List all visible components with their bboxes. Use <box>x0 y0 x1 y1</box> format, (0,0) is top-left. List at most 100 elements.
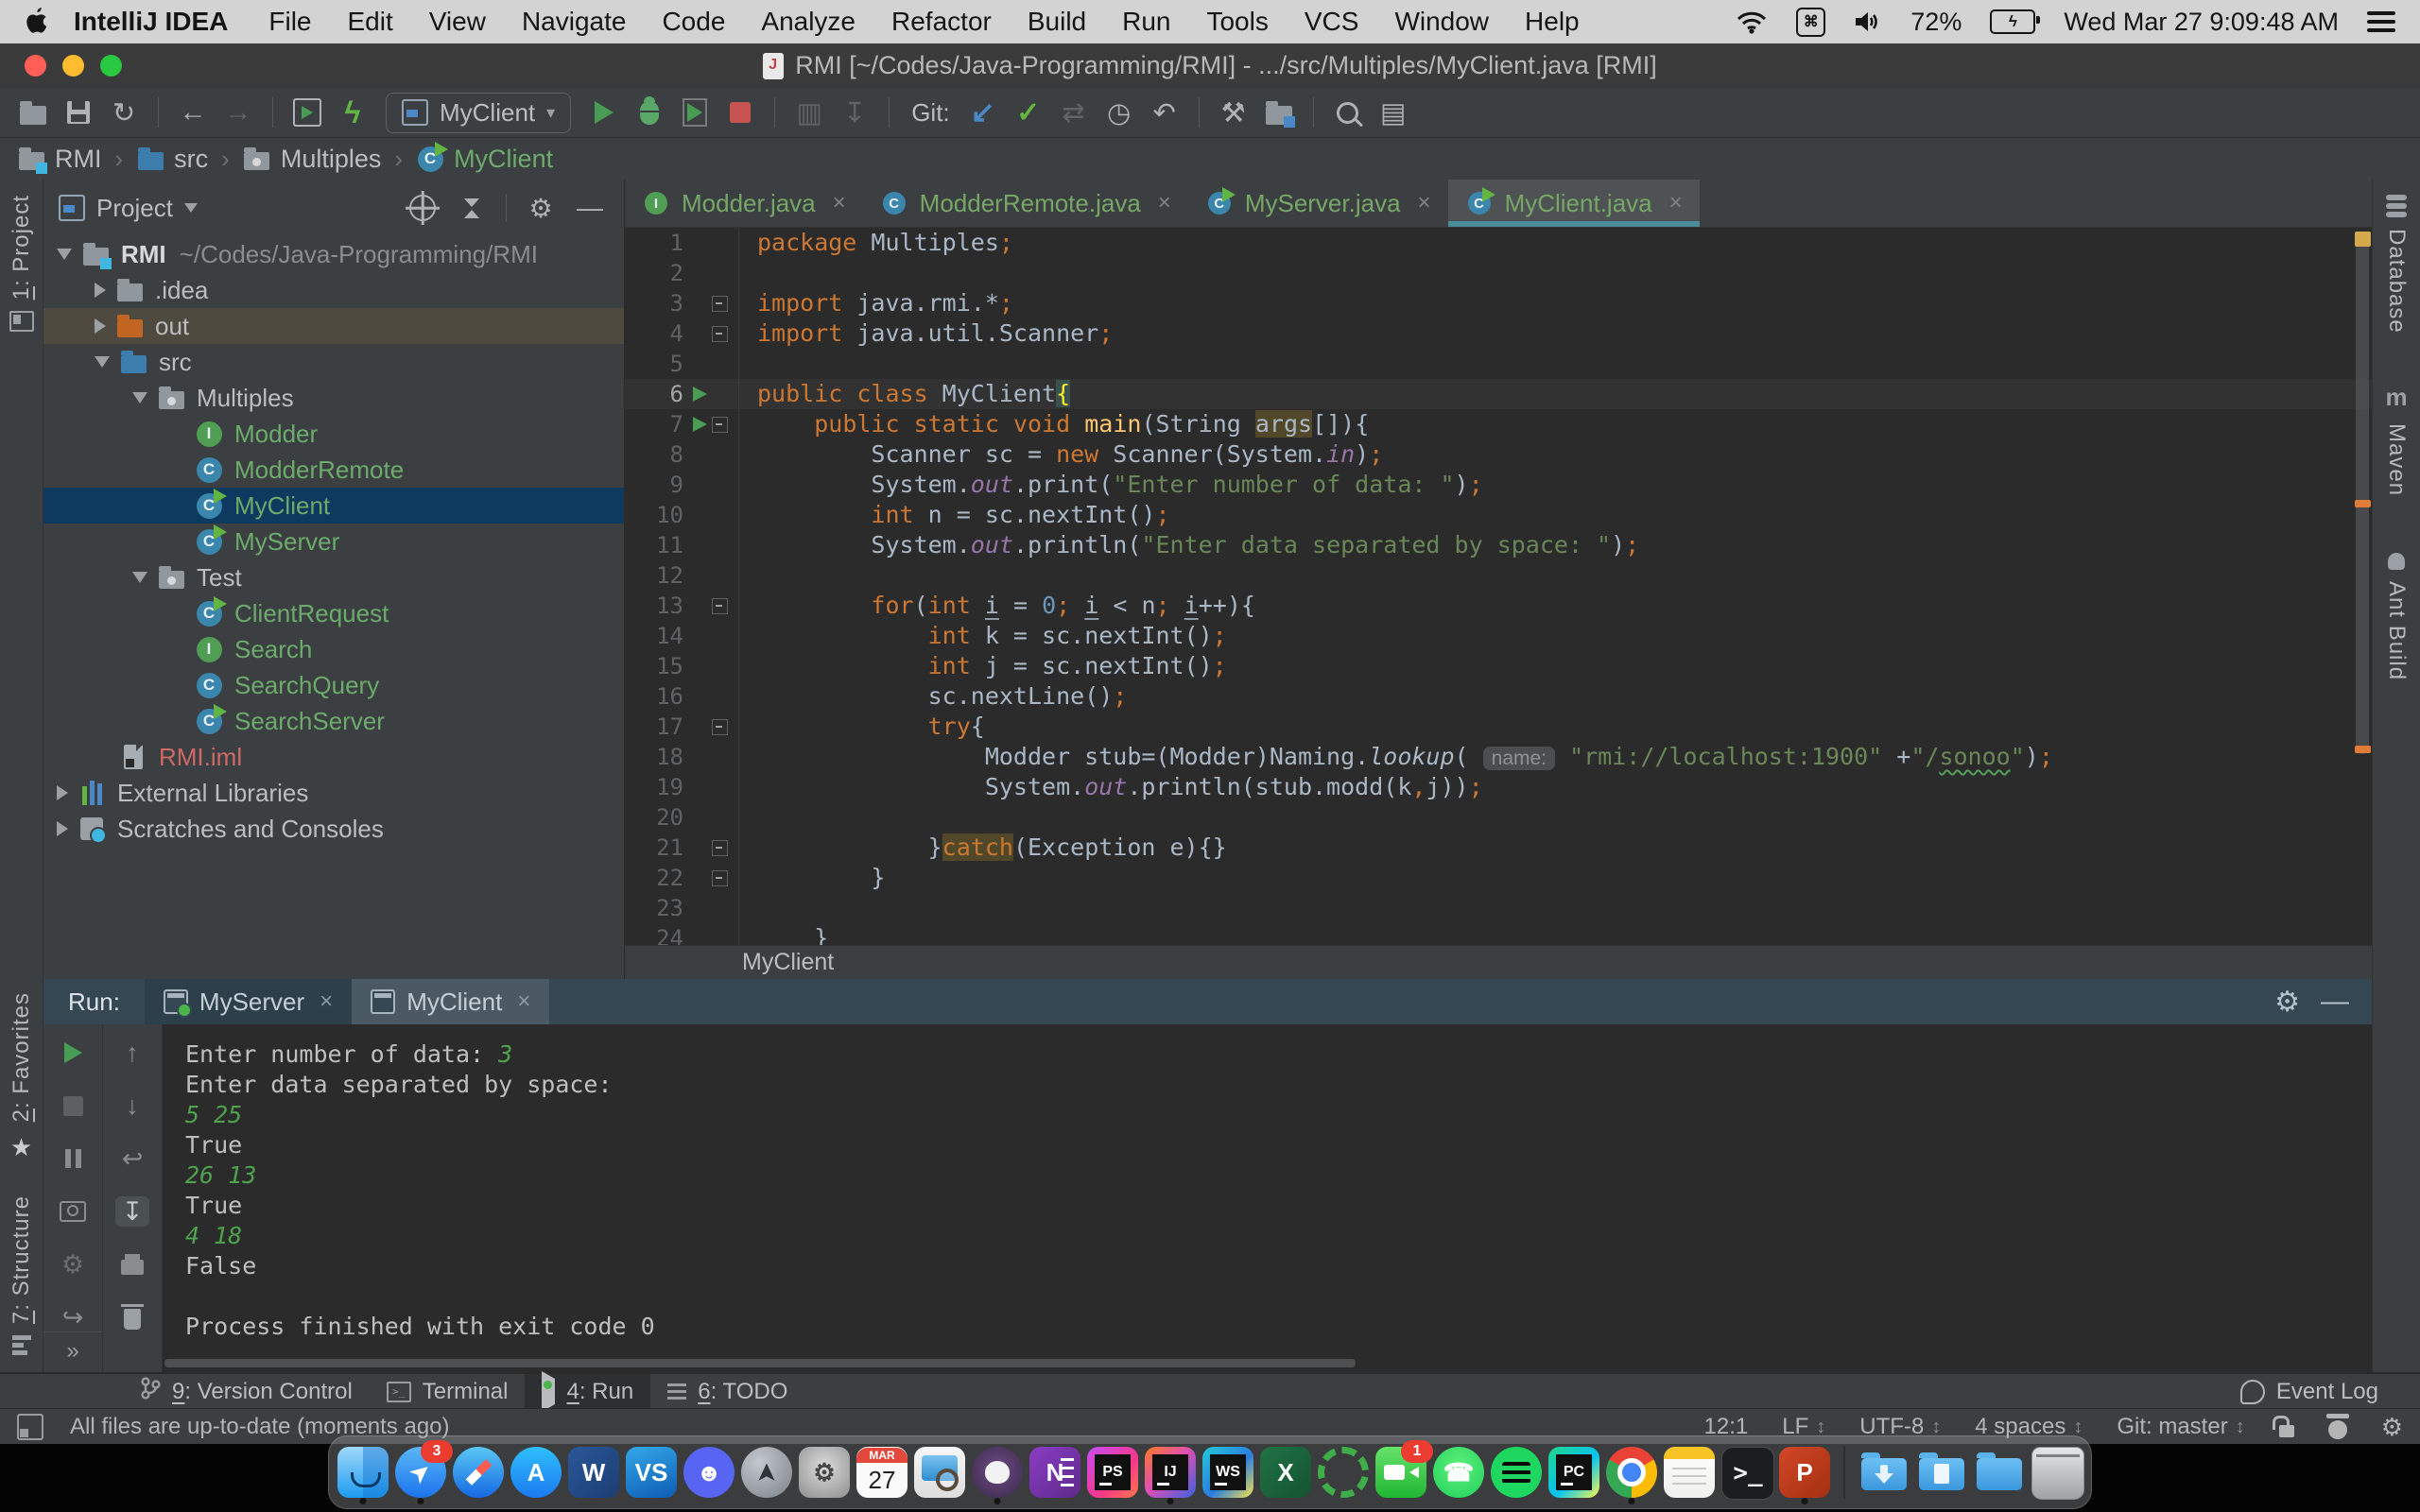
menu-list-icon[interactable] <box>2367 11 2395 32</box>
toolwindow-button-4-run[interactable]: 4: Run <box>525 1374 650 1409</box>
dock-app-folder[interactable] <box>1974 1447 2025 1498</box>
dock-app-green-ring-app[interactable] <box>1318 1447 1369 1498</box>
fold-marker-icon[interactable] <box>712 417 728 433</box>
tree-item-myserver[interactable]: CMyServer <box>43 524 624 559</box>
project-panel-title[interactable]: Project <box>96 194 173 223</box>
toolwindow-button-6-todo[interactable]: 6: TODO <box>650 1374 804 1409</box>
editor-tab-myserver.java[interactable]: CMyServer.java× <box>1188 180 1448 227</box>
run-icon[interactable] <box>584 93 624 132</box>
tree-item-src[interactable]: src <box>43 344 624 380</box>
dock-app-phpstorm[interactable]: PS <box>1087 1447 1138 1498</box>
sidebar-item-favorites[interactable]: 2: Favorites ★ <box>0 992 43 1162</box>
dock-app-spotify[interactable] <box>1491 1447 1542 1498</box>
dock-app-webstorm[interactable]: WS <box>1202 1447 1253 1498</box>
close-icon[interactable]: × <box>1669 190 1683 216</box>
dock-app-notes[interactable] <box>1664 1447 1715 1498</box>
fold-marker-icon[interactable] <box>712 840 728 856</box>
run-settings-gear-icon[interactable]: ⚙ <box>2274 986 2300 1019</box>
tree-collapse-arrow[interactable] <box>57 249 72 260</box>
dock-app-documents-folder[interactable] <box>1916 1447 1967 1498</box>
dock-app-powerpoint[interactable]: P <box>1779 1447 1830 1498</box>
stripe-mark-top[interactable] <box>2355 232 2371 247</box>
menu-item-refactor[interactable]: Refactor <box>873 7 1010 37</box>
tree-item-search[interactable]: ISearch <box>43 631 624 667</box>
build-icon[interactable]: ϟ <box>333 93 372 132</box>
fold-marker-icon[interactable] <box>712 598 728 614</box>
dock-app-system-preferences[interactable]: ⚙ <box>799 1447 850 1498</box>
locate-file-icon[interactable] <box>404 189 441 227</box>
minimize-window-button[interactable] <box>62 55 84 77</box>
menu-item-vcs[interactable]: VCS <box>1287 7 1377 37</box>
editor-tab-myclient.java[interactable]: CMyClient.java× <box>1448 180 1700 227</box>
fold-marker-icon[interactable] <box>712 326 728 342</box>
tree-collapse-arrow[interactable] <box>95 356 110 368</box>
menu-item-build[interactable]: Build <box>1010 7 1104 37</box>
back-icon[interactable]: ← <box>173 93 213 132</box>
volume-icon[interactable] <box>1854 9 1882 34</box>
close-icon[interactable]: × <box>1158 190 1171 216</box>
restore-layout-icon[interactable]: ↪ <box>56 1302 90 1332</box>
sidebar-item-structure[interactable]: 7: Structure <box>0 1195 43 1355</box>
tree-item-rmi-iml[interactable]: RMI.iml <box>43 739 624 775</box>
print-icon[interactable] <box>115 1249 149 1280</box>
tree-expand-arrow[interactable] <box>95 318 106 334</box>
sidebar-item-ant-build[interactable]: Ant Build <box>2373 553 2420 680</box>
editor-tab-modder.java[interactable]: IModder.java× <box>625 180 863 227</box>
stripe-mark-warning[interactable] <box>2355 500 2371 507</box>
dock-app-downloads-folder[interactable] <box>1858 1447 1910 1498</box>
breadcrumb-item-src[interactable]: src <box>136 145 208 174</box>
tree-expand-arrow[interactable] <box>57 821 68 836</box>
profiler-icon[interactable]: ▥ <box>789 93 829 132</box>
tree-item-external-libraries[interactable]: External Libraries <box>43 775 624 811</box>
sidebar-item-database[interactable]: Database <box>2373 195 2420 334</box>
menu-app-name[interactable]: IntelliJ IDEA <box>74 7 228 37</box>
close-icon[interactable]: × <box>1418 190 1431 216</box>
dock-app-finder[interactable] <box>337 1447 389 1498</box>
gear-icon[interactable]: ⚙ <box>522 189 560 227</box>
dock-app-discord[interactable]: ☻ <box>683 1447 735 1498</box>
dock-app-google-chrome[interactable] <box>1606 1447 1657 1498</box>
dock-app-intellij-idea[interactable]: IJ <box>1145 1447 1196 1498</box>
chevron-down-icon[interactable] <box>184 203 198 213</box>
dock-app-preview[interactable] <box>914 1447 965 1498</box>
soft-wrap-icon[interactable]: ↩ <box>115 1143 149 1174</box>
tree-expand-arrow[interactable] <box>57 785 68 800</box>
view-options-icon[interactable]: ▤ <box>1374 93 1413 132</box>
menu-item-analyze[interactable]: Analyze <box>743 7 873 37</box>
status-item-git-master[interactable]: Git: master↕ <box>2117 1414 2244 1440</box>
inspections-hector-icon[interactable] <box>2328 1420 2347 1439</box>
breadcrumb-item-rmi[interactable]: RMI <box>17 145 102 174</box>
scroll-to-end-icon[interactable]: ↧ <box>115 1196 149 1227</box>
coverage-icon[interactable] <box>675 93 715 132</box>
editor-breadcrumb-class[interactable]: MyClient <box>742 949 834 976</box>
mute-breakpoints-icon[interactable]: ⚙ <box>56 1249 90 1280</box>
debug-icon[interactable] <box>630 93 669 132</box>
dock-app-pycharm[interactable]: PC <box>1548 1447 1599 1498</box>
menu-item-navigate[interactable]: Navigate <box>504 7 645 37</box>
dock-app-microsoft-word[interactable]: W <box>568 1447 619 1498</box>
tree-item-modder[interactable]: IModder <box>43 416 624 452</box>
event-log-button[interactable]: Event Log <box>2240 1379 2401 1405</box>
tree-item-searchquery[interactable]: CSearchQuery <box>43 667 624 703</box>
zoom-window-button[interactable] <box>100 55 122 77</box>
close-icon[interactable]: × <box>517 988 530 1015</box>
open-icon[interactable] <box>13 93 53 132</box>
run-window-icon[interactable] <box>287 93 327 132</box>
sync-icon[interactable]: ↻ <box>104 93 144 132</box>
rerun-icon[interactable] <box>56 1038 90 1068</box>
battery-icon[interactable]: ϟ <box>1990 9 2035 34</box>
vcs-diff-icon[interactable]: ⇄ <box>1054 93 1094 132</box>
code-editor[interactable]: 1 package Multiples; 2 3 import java.rmi… <box>625 228 2372 945</box>
menu-item-view[interactable]: View <box>411 7 504 37</box>
editor-scrollbar[interactable] <box>2356 239 2369 754</box>
dock-app-facetime[interactable]: 1 <box>1375 1447 1426 1498</box>
fold-marker-icon[interactable] <box>712 719 728 735</box>
vcs-commit-icon[interactable]: ✓ <box>1009 93 1048 132</box>
breadcrumb-item-multiples[interactable]: Multiples <box>243 145 382 174</box>
run-gutter-icon[interactable] <box>693 417 707 432</box>
settings-icon[interactable]: ⚒ <box>1214 93 1253 132</box>
vcs-history-icon[interactable]: ◷ <box>1099 93 1139 132</box>
input-source-icon[interactable]: ⌘ <box>1796 8 1825 37</box>
dock-app-safari[interactable] <box>453 1447 504 1498</box>
menu-item-help[interactable]: Help <box>1507 7 1598 37</box>
